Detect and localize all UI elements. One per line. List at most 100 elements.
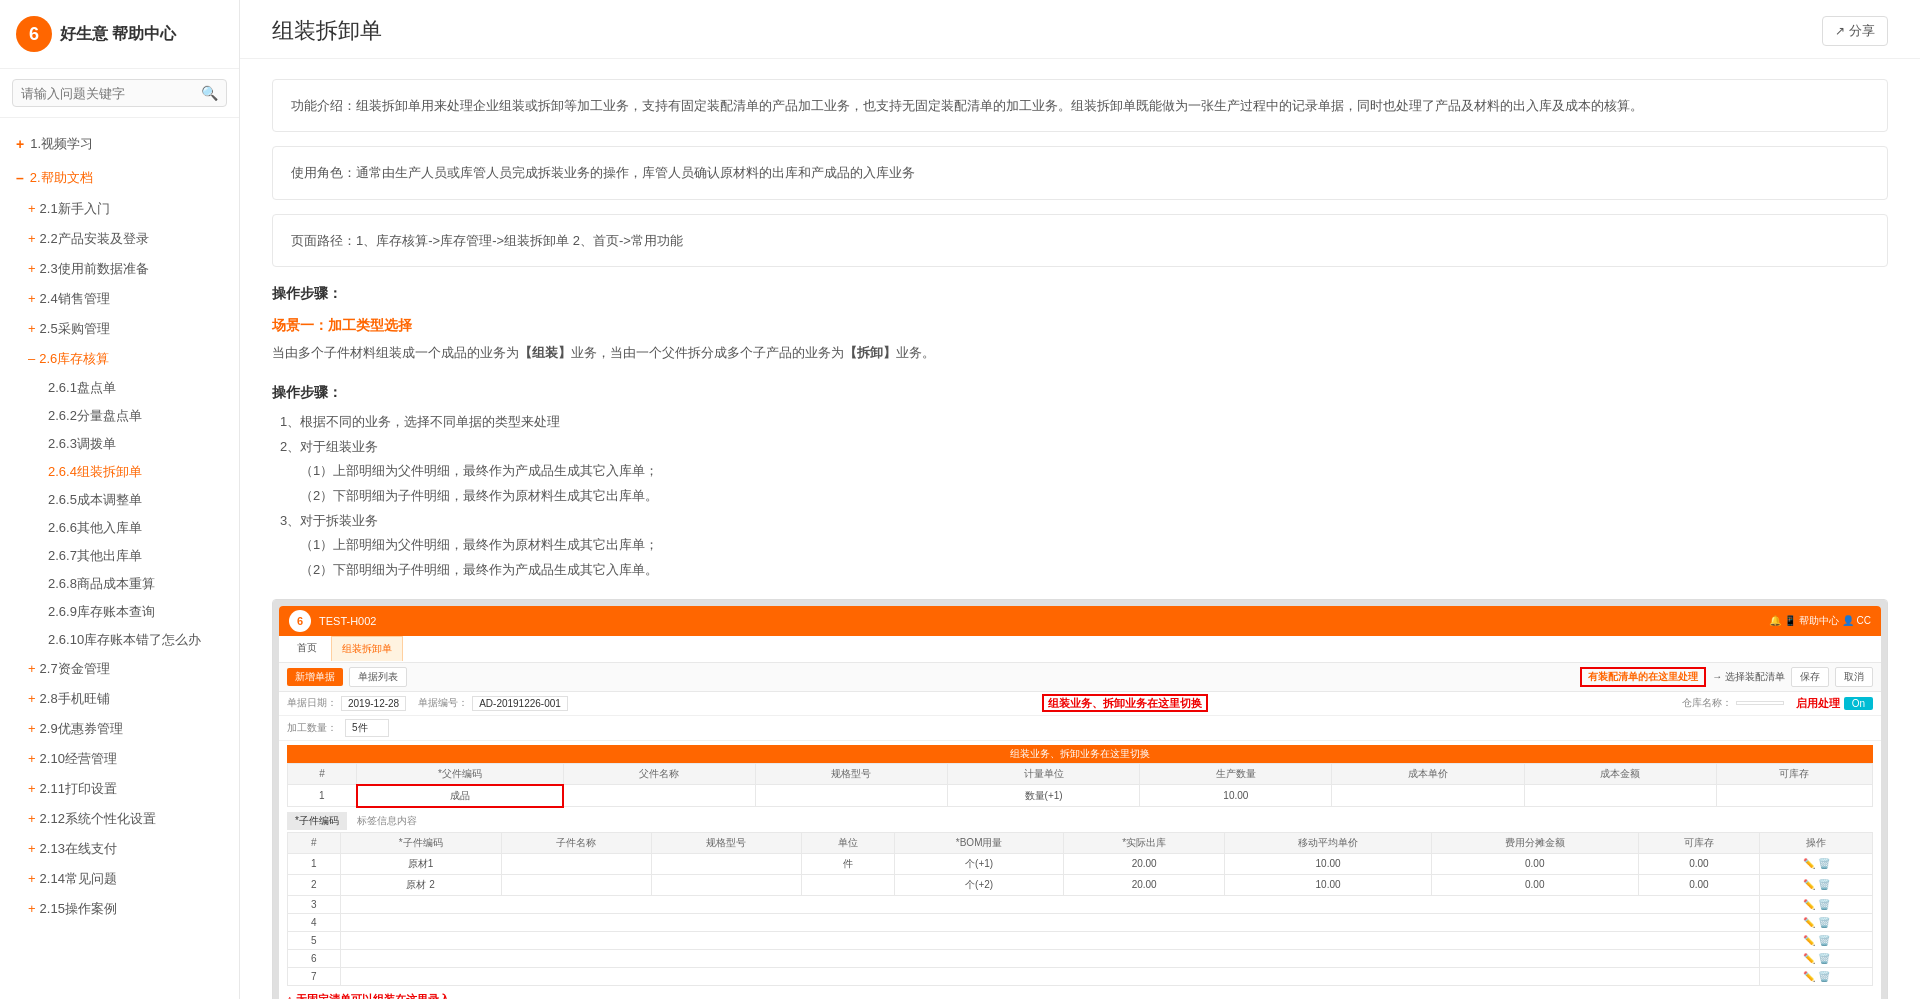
sidebar-item-cash[interactable]: +2.7资金管理: [28, 654, 239, 684]
form-field-warehouse: 仓库名称：: [1682, 696, 1784, 710]
docs-sub-items: +2.1新手入门 +2.2产品安装及登录 +2.3使用前数据准备 +2.4销售管…: [0, 194, 239, 924]
sidebar-item-custom[interactable]: +2.12系统个性化设置: [28, 804, 239, 834]
search-icon[interactable]: 🔍: [201, 85, 218, 101]
qty-value: 5件: [345, 719, 389, 737]
sidebar-item-coupon[interactable]: +2.9优惠券管理: [28, 714, 239, 744]
cell-sku-no: 成品: [357, 785, 563, 807]
cell-qty-unit: 数量(+1): [948, 785, 1140, 807]
sidebar-item-inventory-adjust[interactable]: 2.6.3调拨单: [40, 430, 239, 458]
sidebar-item-cost-adjust[interactable]: 2.6.5成本调整单: [40, 486, 239, 514]
sidebar-item-newcomer[interactable]: +2.1新手入门: [28, 194, 239, 224]
sidebar-item-inventory-check[interactable]: 2.6.1盘点单: [40, 374, 239, 402]
col-avail: 可库存: [1716, 763, 1872, 785]
col-total: 成本金额: [1524, 763, 1716, 785]
child-col-sku-qty: *实际出库: [1064, 832, 1225, 853]
inventory-sub-items: 2.6.1盘点单 2.6.2分量盘点单 2.6.3调拨单 2.6.4组装拆卸单 …: [28, 374, 239, 654]
share-button[interactable]: ↗ 分享: [1822, 16, 1888, 46]
sidebar-item-docs[interactable]: – 2.帮助文档: [0, 162, 239, 194]
app-top-action: → 选择装配清单: [1712, 670, 1785, 684]
child-col-no: #: [288, 832, 341, 853]
cell-spec: [755, 785, 947, 807]
cell-cost-total: [1524, 785, 1716, 807]
plus-icon: +: [28, 721, 36, 736]
sidebar-item-other-in[interactable]: 2.6.6其他入库单: [40, 514, 239, 542]
plus-icon: +: [28, 261, 36, 276]
child-cell-action-5[interactable]: ✏️ 🗑️: [1760, 931, 1873, 949]
child-cell-no-3: 3: [288, 895, 341, 913]
logo-text: 好生意 帮助中心: [60, 24, 176, 45]
cell-prod-qty: 10.00: [1140, 785, 1332, 807]
field-value-wh: [1736, 701, 1784, 705]
sidebar-item-inventory[interactable]: –2.6库存核算: [28, 344, 239, 374]
sidebar-item-stock-error[interactable]: 2.6.10库存账本错了怎么办: [40, 626, 239, 654]
sidebar-item-payment[interactable]: +2.13在线支付: [28, 834, 239, 864]
app-list-btn[interactable]: 单据列表: [349, 667, 407, 687]
nav-section-video: + 1.视频学习: [0, 128, 239, 160]
child-row-1: 1 原材1 件 个(+1) 20.00 10.00 0.00 0.00: [288, 853, 1873, 874]
child-col-unit: 单位: [801, 832, 894, 853]
child-cell-actual-1: 20.00: [1064, 853, 1225, 874]
sidebar-item-faq[interactable]: +2.14常见问题: [28, 864, 239, 894]
plus-icon: +: [28, 321, 36, 336]
share-icon: ↗: [1835, 24, 1845, 38]
child-row-5: 5 ✏️ 🗑️: [288, 931, 1873, 949]
sidebar-item-install[interactable]: +2.2产品安装及登录: [28, 224, 239, 254]
step-3-2: （2）下部明细为子件明细，最终作为产成品生成其它入库单。: [300, 558, 1888, 583]
ops-heading: 操作步骤：: [272, 285, 1888, 303]
search-wrapper: 🔍: [12, 79, 227, 107]
sidebar-item-dataprep[interactable]: +2.3使用前数据准备: [28, 254, 239, 284]
plus-icon: +: [28, 901, 36, 916]
app-tab-home[interactable]: 首页: [287, 636, 327, 662]
sidebar-item-stock-check[interactable]: 2.6.9库存账本查询: [40, 598, 239, 626]
logo-icon: 6: [16, 16, 52, 52]
sidebar-item-cases[interactable]: +2.15操作案例: [28, 894, 239, 924]
child-cell-action-6[interactable]: ✏️ 🗑️: [1760, 949, 1873, 967]
col-qty: 计量单位: [948, 763, 1140, 785]
sidebar-item-ops[interactable]: +2.10经营管理: [28, 744, 239, 774]
child-cell-name-1: [501, 853, 651, 874]
sidebar-item-assembly[interactable]: 2.6.4组装拆卸单: [40, 458, 239, 486]
nav-section-docs: – 2.帮助文档 +2.1新手入门 +2.2产品安装及登录 +2.3使用前数据准…: [0, 162, 239, 924]
app-new-btn[interactable]: 新增单据: [287, 668, 343, 686]
logo-area: 6 好生意 帮助中心: [0, 0, 239, 69]
child-cell-action-3[interactable]: ✏️ 🗑️: [1760, 895, 1873, 913]
plus-icon: +: [28, 781, 36, 796]
sidebar-item-purchase[interactable]: +2.5采购管理: [28, 314, 239, 344]
step-3: 3、对于拆装业务: [280, 509, 1888, 534]
sidebar-item-cost-recalc[interactable]: 2.6.8商品成本重算: [40, 570, 239, 598]
child-cell-action-4[interactable]: ✏️ 🗑️: [1760, 913, 1873, 931]
plus-icon: +: [28, 291, 36, 306]
child-cell-unit-1: 件: [801, 853, 894, 874]
child-cell-actual-2: 20.00: [1064, 874, 1225, 895]
app-save-btn[interactable]: 保存: [1791, 667, 1829, 687]
child-table-tabs: *子件编码 标签信息内容: [287, 812, 1873, 830]
child-cell-action-2[interactable]: ✏️ 🗑️: [1760, 874, 1873, 895]
child-cell-action-1[interactable]: ✏️ 🗑️: [1760, 853, 1873, 874]
app-cancel-btn[interactable]: 取消: [1835, 667, 1873, 687]
child-cell-action-7[interactable]: ✏️ 🗑️: [1760, 967, 1873, 985]
form-field-enable: 启用处理 On: [1796, 696, 1873, 711]
nav-area: + 1.视频学习 – 2.帮助文档 +2.1新手入门 +2.2产品安装及登录 +…: [0, 118, 239, 999]
sidebar-item-inventory-split[interactable]: 2.6.2分量盘点单: [40, 402, 239, 430]
child-col-code: *子件编码: [340, 832, 501, 853]
child-tab-1[interactable]: *子件编码: [287, 812, 347, 830]
sidebar-item-other-out[interactable]: 2.6.7其他出库单: [40, 542, 239, 570]
app-tab-assembly[interactable]: 组装拆卸单: [331, 636, 403, 661]
field-label-docno: 单据编号：: [418, 696, 468, 710]
child-cell-avail-1: 0.00: [1638, 853, 1760, 874]
sidebar-item-video[interactable]: + 1.视频学习: [0, 128, 239, 160]
intro-text-1: 功能介绍：组装拆卸单用来处理企业组装或拆卸等加工业务，支持有固定装配清单的产品加…: [291, 98, 1643, 113]
col-spec: 规格型号: [755, 763, 947, 785]
col-unit-qty: 生产数量: [1140, 763, 1332, 785]
child-cell-cost-2: 10.00: [1225, 874, 1432, 895]
search-input[interactable]: [21, 86, 201, 101]
child-row-2: 2 原材 2 个(+2) 20.00 10.00 0.00 0.00: [288, 874, 1873, 895]
sidebar-item-print[interactable]: +2.11打印设置: [28, 774, 239, 804]
plus-icon: +: [28, 811, 36, 826]
sidebar-item-sales[interactable]: +2.4销售管理: [28, 284, 239, 314]
sidebar-item-mobile[interactable]: +2.8手机旺铺: [28, 684, 239, 714]
plus-icon: +: [28, 841, 36, 856]
child-tab-note: 标签信息内容: [349, 812, 425, 830]
child-cell-empty-3: [340, 895, 1760, 913]
field-label-wh: 仓库名称：: [1682, 696, 1732, 710]
